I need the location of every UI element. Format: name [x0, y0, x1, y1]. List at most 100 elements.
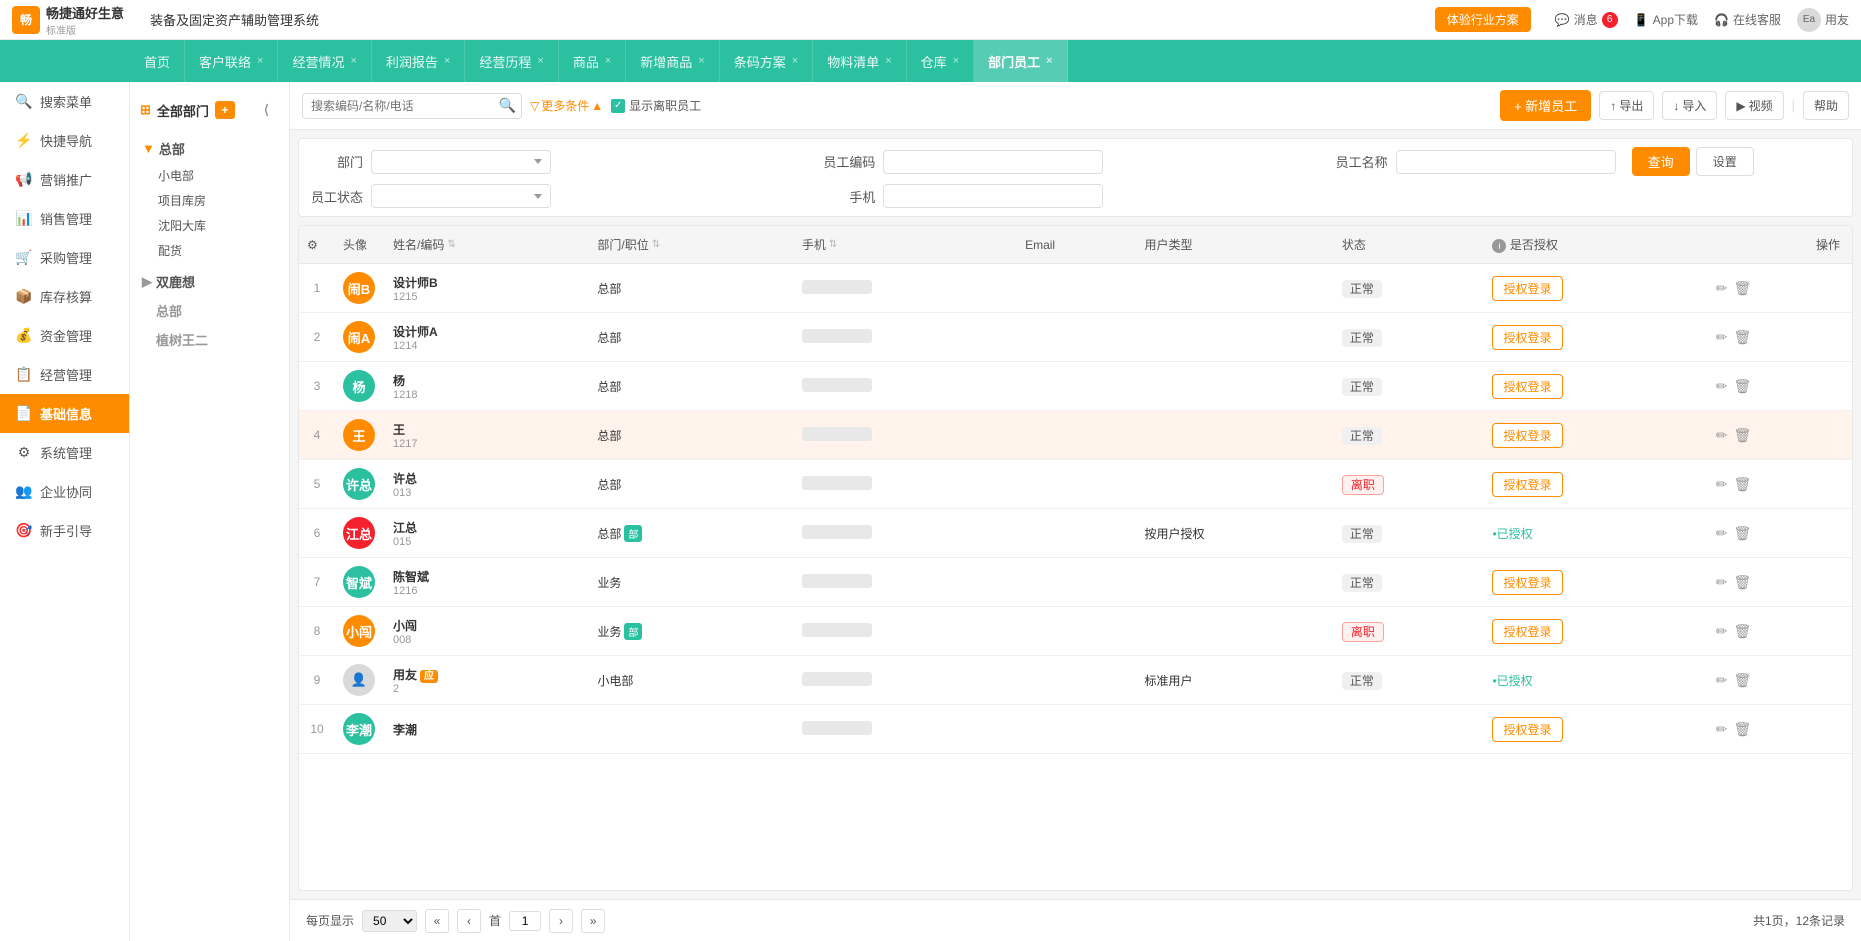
delete-icon[interactable]: 🗑 [1734, 329, 1752, 346]
sidebar-item-quicknav[interactable]: ⚡ 快捷导航 [0, 121, 129, 160]
delete-icon[interactable]: 🗑 [1734, 672, 1752, 689]
tab-goods[interactable]: 商品 × [559, 40, 626, 82]
dept-item-xiaodibu[interactable]: 小电部 [130, 163, 289, 188]
page-number-input[interactable] [509, 911, 541, 931]
sort-phone-button[interactable]: 手机 ⇅ [802, 236, 1009, 253]
prev-page-button[interactable]: ‹ [457, 909, 481, 933]
auth-button[interactable]: 授权登录 [1492, 717, 1562, 742]
reset-button[interactable]: 设置 [1696, 147, 1754, 176]
sidebar-item-finance[interactable]: 💰 资金管理 [0, 316, 129, 355]
help-button[interactable]: 帮助 [1803, 91, 1849, 120]
search-input[interactable] [302, 93, 522, 119]
app-download-button[interactable]: 📱 App下载 [1634, 11, 1698, 28]
filter-dept-select[interactable] [371, 150, 551, 174]
sidebar-item-basic[interactable]: 📄 基础信息 [0, 394, 129, 433]
sidebar-item-inventory[interactable]: 📦 库存核算 [0, 277, 129, 316]
dept-item-peihuo[interactable]: 配货 [130, 238, 289, 263]
tab-profit[interactable]: 利润报告 × [372, 40, 465, 82]
filter-empstatus-select[interactable] [371, 184, 551, 208]
dept-item-xiangmukufang[interactable]: 项目库房 [130, 188, 289, 213]
sort-name-button[interactable]: 姓名/编码 ⇅ [393, 236, 581, 253]
trial-button[interactable]: 体验行业方案 [1435, 7, 1531, 32]
sidebar-item-operations[interactable]: 📋 经营管理 [0, 355, 129, 394]
delete-icon[interactable]: 🗑 [1734, 476, 1752, 493]
message-button[interactable]: 💬 消息 6 [1555, 11, 1618, 28]
edit-icon[interactable]: ✏ [1716, 280, 1728, 297]
filter-empcode-input[interactable] [883, 150, 1103, 174]
delete-icon[interactable]: 🗑 [1734, 427, 1752, 444]
tab-home[interactable]: 首页 [130, 40, 185, 82]
filter-empname-input[interactable] [1396, 150, 1616, 174]
query-button[interactable]: 查询 [1632, 147, 1690, 176]
tab-business[interactable]: 经营情况 × [278, 40, 371, 82]
row-auth: 授权登录 [1484, 558, 1707, 607]
edit-icon[interactable]: ✏ [1716, 329, 1728, 346]
dept-item-shenyangdaku[interactable]: 沈阳大库 [130, 213, 289, 238]
sidebar-item-guide[interactable]: 🎯 新手引导 [0, 511, 129, 550]
delete-icon[interactable]: 🗑 [1734, 525, 1752, 542]
row-status: 离职 [1334, 607, 1485, 656]
delete-icon[interactable]: 🗑 [1734, 623, 1752, 640]
show-resigned-checkbox[interactable]: ✓ [611, 99, 625, 113]
dept-item-zongbu2[interactable]: 总部 [130, 296, 289, 325]
filter-phone-input[interactable] [883, 184, 1103, 208]
search-submit-icon[interactable]: 🔍 [499, 97, 516, 114]
export-button[interactable]: ↑ 导出 [1599, 91, 1654, 120]
employee-name: 江总 [393, 519, 581, 536]
auth-button[interactable]: 授权登录 [1492, 619, 1562, 644]
sidebar-item-collab[interactable]: 👥 企业协同 [0, 472, 129, 511]
sidebar-item-purchase[interactable]: 🛒 采购管理 [0, 238, 129, 277]
auth-button[interactable]: 授权登录 [1492, 423, 1562, 448]
delete-icon[interactable]: 🗑 [1734, 721, 1752, 738]
view-button[interactable]: ▶ 视频 [1725, 91, 1783, 120]
edit-icon[interactable]: ✏ [1716, 525, 1728, 542]
edit-icon[interactable]: ✏ [1716, 623, 1728, 640]
edit-icon[interactable]: ✏ [1716, 427, 1728, 444]
delete-icon[interactable]: 🗑 [1734, 280, 1752, 297]
last-page-button[interactable]: » [581, 909, 605, 933]
dept-item-zongbu-parent[interactable]: ▼ 总部 [130, 134, 289, 163]
per-page-select[interactable]: 50 100 [362, 910, 417, 932]
row-dept: 总部 [589, 362, 793, 411]
auth-button[interactable]: 授权登录 [1492, 374, 1562, 399]
sidebar-item-marketing[interactable]: 📢 营销推广 [0, 160, 129, 199]
delete-icon[interactable]: 🗑 [1734, 378, 1752, 395]
delete-icon[interactable]: 🗑 [1734, 574, 1752, 591]
add-employee-button[interactable]: + 新增员工 [1500, 90, 1591, 121]
tab-warehouse[interactable]: 仓库 × [907, 40, 974, 82]
add-dept-button[interactable]: + [215, 101, 235, 119]
edit-icon[interactable]: ✏ [1716, 476, 1728, 493]
import-button[interactable]: ↓ 导入 [1662, 91, 1717, 120]
edit-icon[interactable]: ✏ [1716, 672, 1728, 689]
collapse-tree-button[interactable]: ⟨ [254, 96, 279, 124]
sidebar-item-sales[interactable]: 📊 销售管理 [0, 199, 129, 238]
tab-add-goods[interactable]: 新增商品 × [626, 40, 719, 82]
auth-button[interactable]: 授权登录 [1492, 472, 1562, 497]
dept-item-shuangluxiang[interactable]: ▶ 双鹿想 [130, 267, 289, 296]
search-input-wrap: 🔍 [302, 93, 522, 119]
tab-history[interactable]: 经营历程 × [465, 40, 558, 82]
sidebar-item-search[interactable]: 🔍 搜索菜单 [0, 82, 129, 121]
dept-item-zhishuwanger[interactable]: 植树王二 [130, 325, 289, 354]
row-user-type: 按用户授权 [1137, 509, 1334, 558]
tab-customer[interactable]: 客户联络 × [185, 40, 278, 82]
edit-icon[interactable]: ✏ [1716, 378, 1728, 395]
edit-icon[interactable]: ✏ [1716, 574, 1728, 591]
tab-bom[interactable]: 物料清单 × [813, 40, 906, 82]
auth-button[interactable]: 授权登录 [1492, 325, 1562, 350]
settings-icon[interactable]: ⚙ [307, 238, 318, 252]
auth-button[interactable]: 授权登录 [1492, 276, 1562, 301]
auth-button[interactable]: 授权登录 [1492, 570, 1562, 595]
online-service-button[interactable]: 🎧 在线客服 [1714, 11, 1781, 28]
next-page-button[interactable]: › [549, 909, 573, 933]
edit-icon[interactable]: ✏ [1716, 721, 1728, 738]
sidebar-item-system[interactable]: ⚙ 系统管理 [0, 433, 129, 472]
more-filters-button[interactable]: ▽ 更多条件 ▲ [530, 97, 603, 114]
tab-employees[interactable]: 部门员工 × [974, 40, 1067, 82]
user-menu[interactable]: Ea 用友 [1797, 8, 1849, 32]
sort-dept-button[interactable]: 部门/职位 ⇅ [597, 236, 785, 253]
tab-barcode[interactable]: 条码方案 × [720, 40, 813, 82]
info-icon[interactable]: i [1492, 239, 1506, 253]
show-resigned-toggle[interactable]: ✓ 显示离职员工 [611, 97, 701, 114]
first-page-button[interactable]: « [425, 909, 449, 933]
